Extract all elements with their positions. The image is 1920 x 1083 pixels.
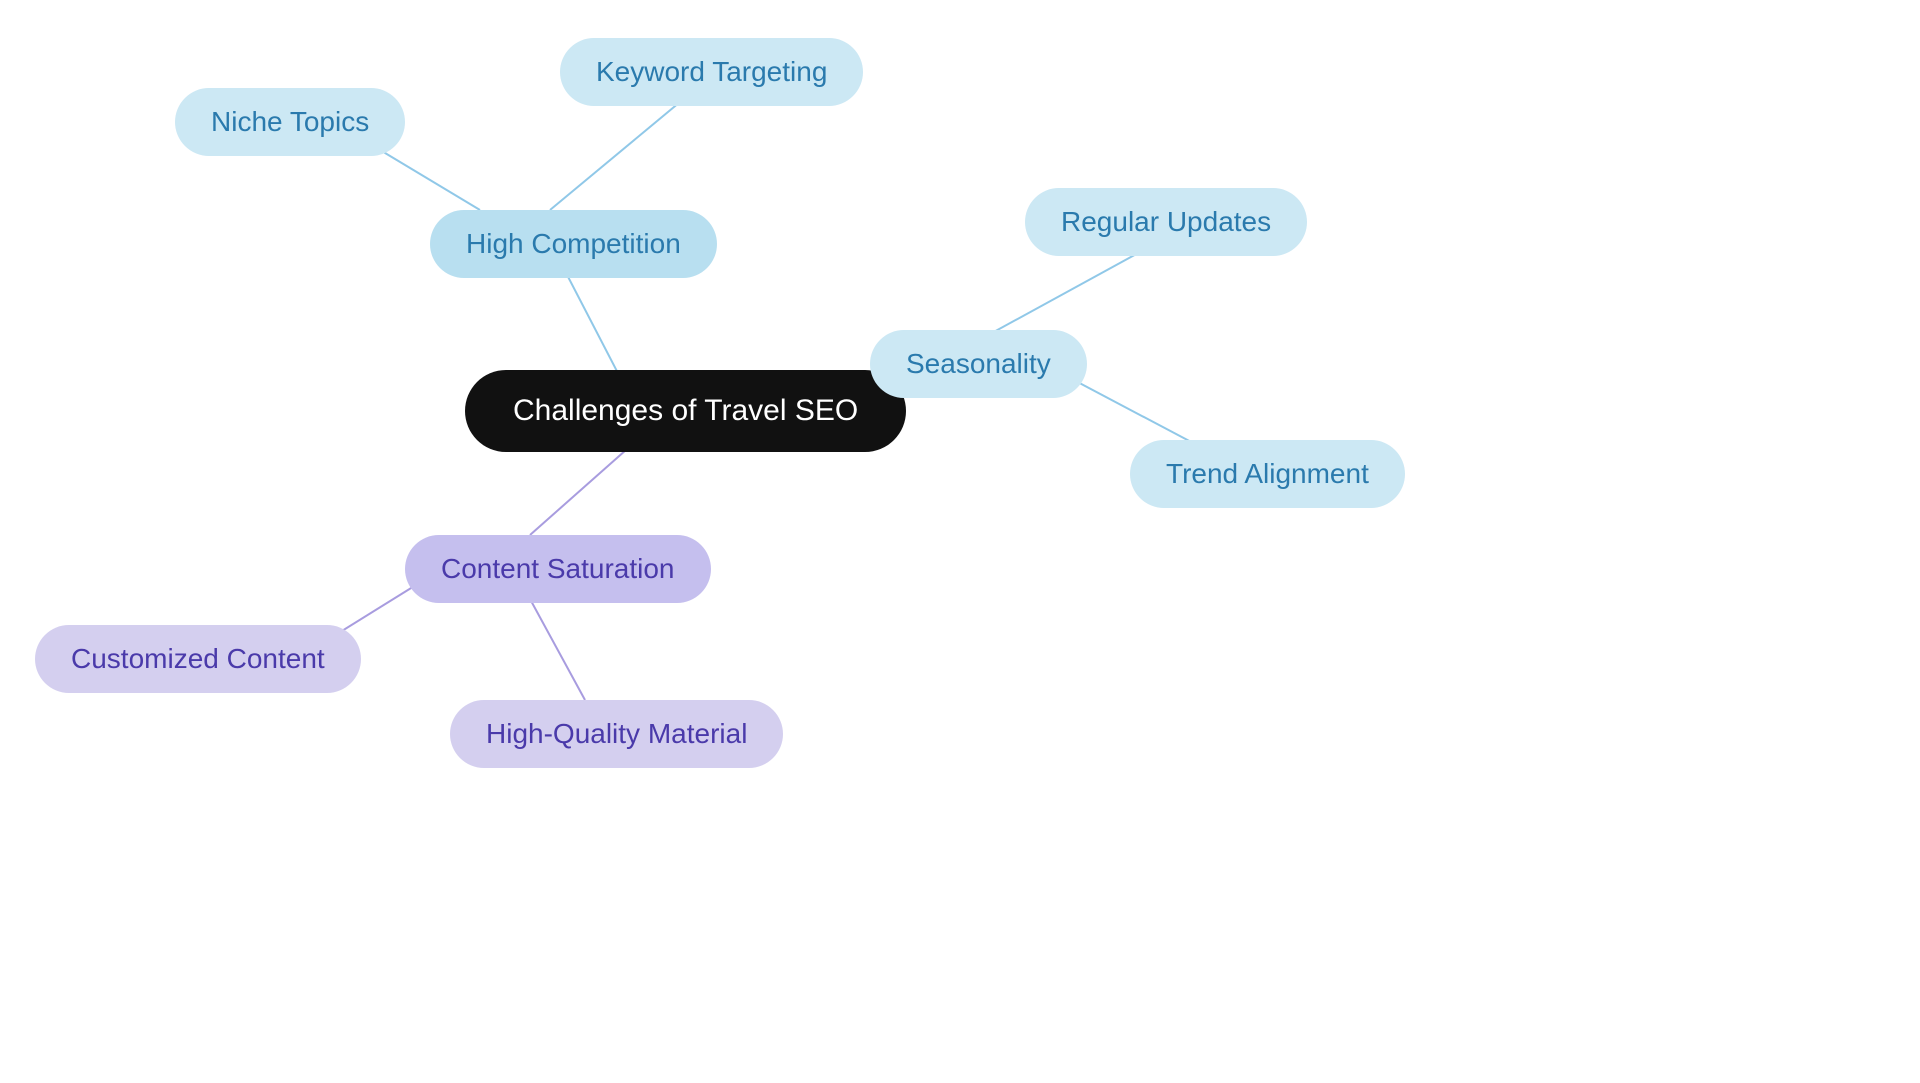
regular-updates-node: Regular Updates [1025, 188, 1307, 256]
seasonality-node: Seasonality [870, 330, 1087, 398]
keyword-targeting-node: Keyword Targeting [560, 38, 863, 106]
niche-topics-node: Niche Topics [175, 88, 405, 156]
trend-alignment-node: Trend Alignment [1130, 440, 1405, 508]
customized-content-node: Customized Content [35, 625, 361, 693]
center-node: Challenges of Travel SEO [465, 370, 906, 452]
content-saturation-node: Content Saturation [405, 535, 711, 603]
high-quality-material-node: High-Quality Material [450, 700, 783, 768]
high-competition-node: High Competition [430, 210, 717, 278]
